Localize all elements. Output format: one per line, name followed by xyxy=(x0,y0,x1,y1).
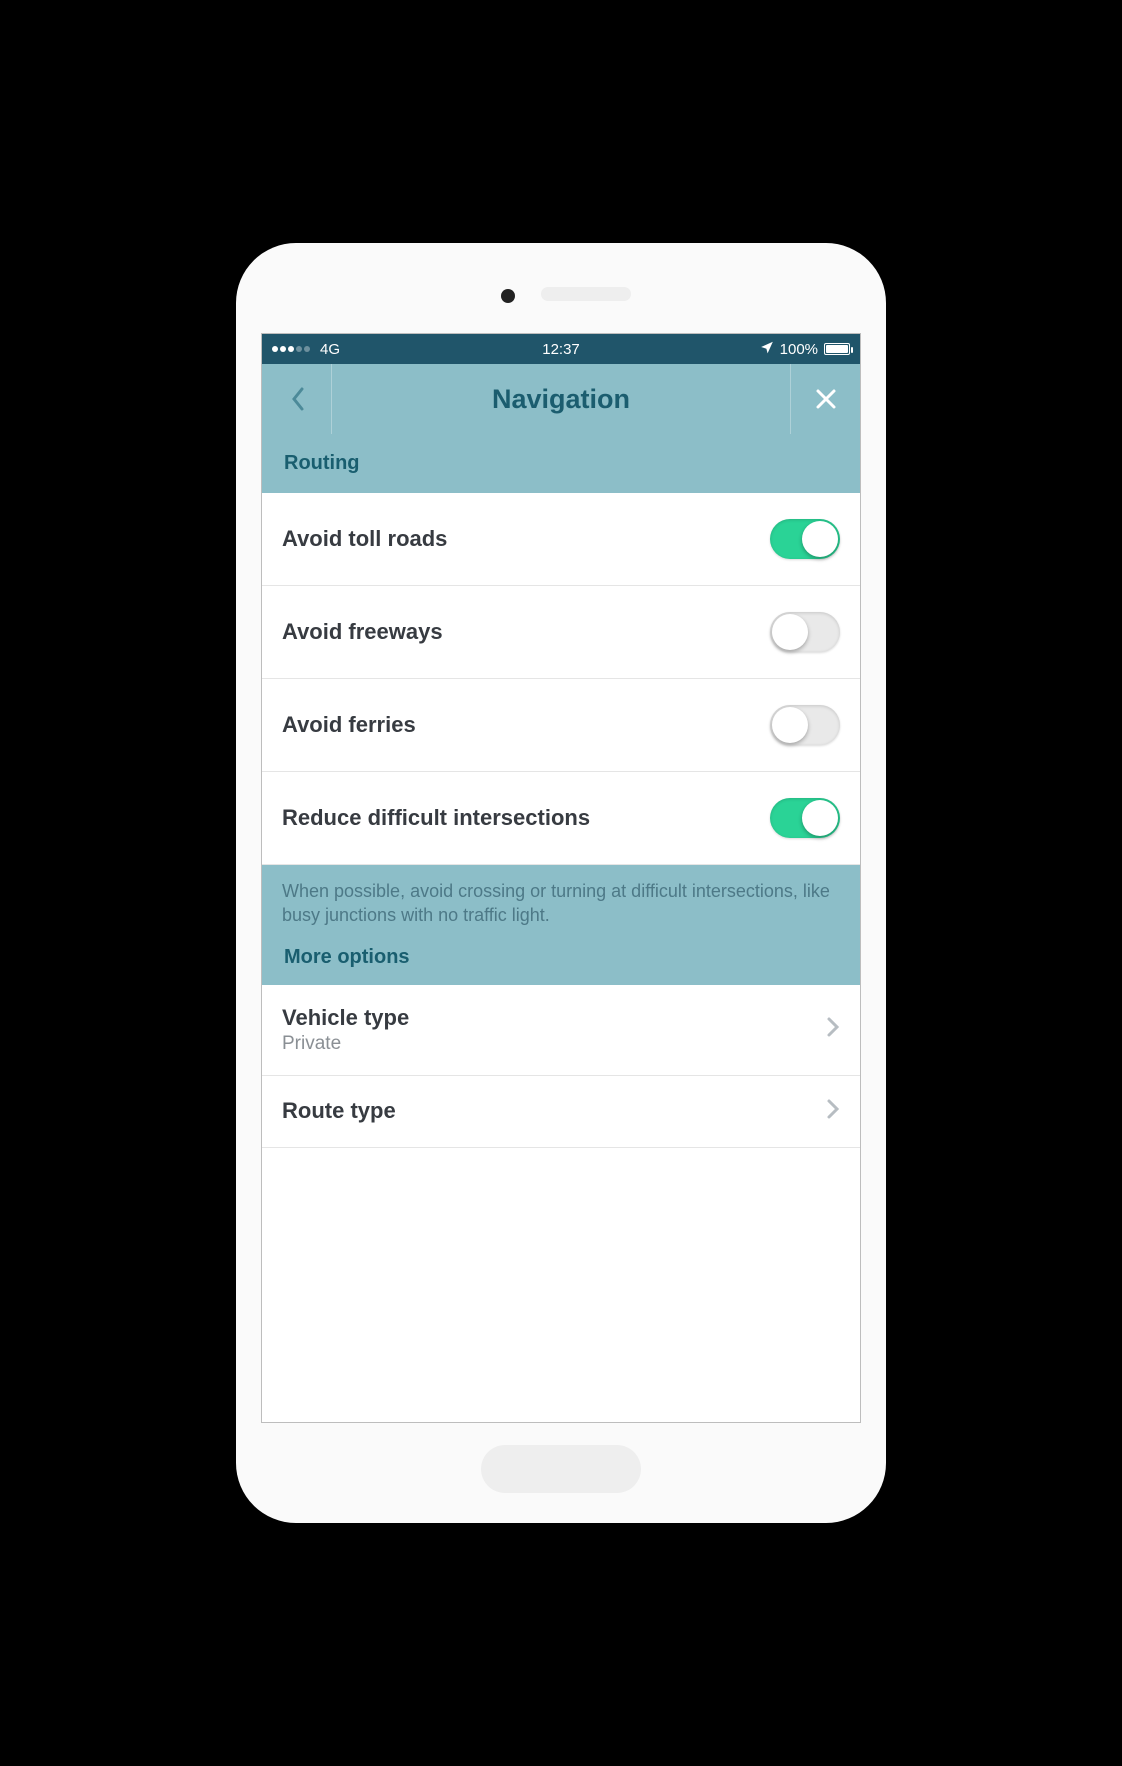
row-label: Vehicle type xyxy=(282,1005,826,1031)
signal-dots-icon xyxy=(272,346,310,352)
phone-frame: 4G 12:37 100% Navigation Routing xyxy=(236,243,886,1523)
row-value: Private xyxy=(282,1033,826,1055)
section-header-more: More options xyxy=(262,936,860,985)
row-route-type[interactable]: Route type xyxy=(262,1076,860,1148)
row-label: Avoid freeways xyxy=(282,619,770,645)
toggle-avoid-ferries[interactable] xyxy=(770,705,840,745)
chevron-left-icon xyxy=(288,385,306,413)
row-label: Route type xyxy=(282,1098,826,1124)
toggle-avoid-freeways[interactable] xyxy=(770,612,840,652)
row-label: Avoid ferries xyxy=(282,712,770,738)
content[interactable]: Routing Avoid toll roads Avoid freeways … xyxy=(262,434,860,1422)
row-avoid-ferries[interactable]: Avoid ferries xyxy=(262,679,860,772)
home-button[interactable] xyxy=(481,1445,641,1493)
row-label: Reduce difficult intersections xyxy=(282,805,770,831)
row-label: Avoid toll roads xyxy=(282,526,770,552)
carrier-label: 4G xyxy=(320,341,340,358)
row-vehicle-type[interactable]: Vehicle type Private xyxy=(262,985,860,1076)
location-icon xyxy=(760,340,774,358)
row-reduce-intersections[interactable]: Reduce difficult intersections xyxy=(262,772,860,865)
row-avoid-freeways[interactable]: Avoid freeways xyxy=(262,586,860,679)
toggle-avoid-toll-roads[interactable] xyxy=(770,519,840,559)
nav-header: Navigation xyxy=(262,364,860,434)
screen: 4G 12:37 100% Navigation Routing xyxy=(261,333,861,1423)
info-text: When possible, avoid crossing or turning… xyxy=(262,865,860,936)
status-bar: 4G 12:37 100% xyxy=(262,334,860,364)
status-right: 100% xyxy=(657,340,850,358)
section-header-routing: Routing xyxy=(262,434,860,493)
clock: 12:37 xyxy=(465,341,658,358)
close-icon xyxy=(815,388,837,410)
toggle-reduce-intersections[interactable] xyxy=(770,798,840,838)
speaker-slot xyxy=(541,287,631,301)
battery-label: 100% xyxy=(780,341,818,358)
chevron-right-icon xyxy=(826,1014,840,1045)
battery-icon xyxy=(824,343,850,355)
back-button[interactable] xyxy=(262,364,332,434)
close-button[interactable] xyxy=(790,364,860,434)
status-left: 4G xyxy=(272,341,465,358)
chevron-right-icon xyxy=(826,1096,840,1127)
row-avoid-toll-roads[interactable]: Avoid toll roads xyxy=(262,493,860,586)
page-title: Navigation xyxy=(332,384,790,415)
camera-dot xyxy=(501,289,515,303)
